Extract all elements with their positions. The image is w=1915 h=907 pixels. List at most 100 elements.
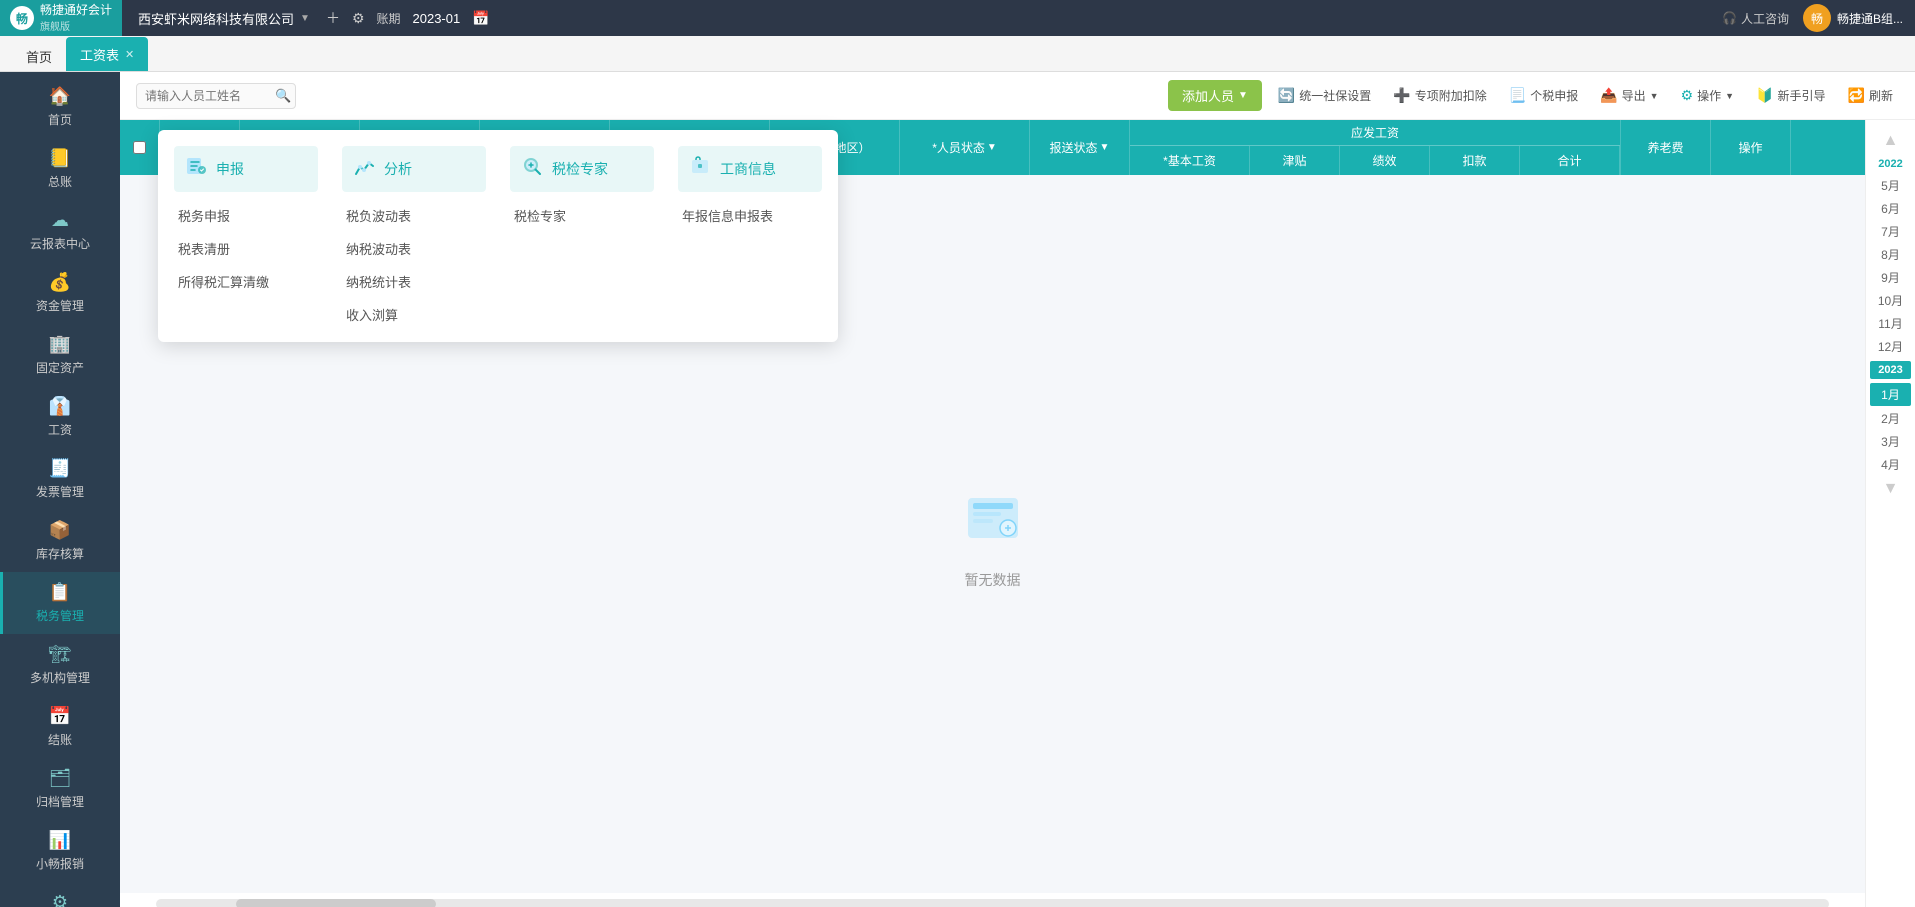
search-icon: 🔍 xyxy=(275,88,291,104)
select-all-checkbox[interactable] xyxy=(133,141,146,154)
xiaochang-icon: 📊 xyxy=(49,830,71,851)
add-person-button[interactable]: 添加人员 ▼ xyxy=(1168,80,1262,111)
period-label: 账期 xyxy=(377,10,401,27)
sidebar-item-assets[interactable]: 🏢 固定资产 xyxy=(0,324,120,386)
sidebar-label-ledger: 总账 xyxy=(48,173,72,190)
toolbar: 🔍 添加人员 ▼ 🔄 统一社保设置 ➕ 专项附加扣除 📃 个税申报 📤 导出 xyxy=(120,72,1915,120)
section-business-info-header: 工商信息 xyxy=(678,146,822,192)
item-tax-fluctuation[interactable]: 税负波动表 xyxy=(346,204,486,227)
sidebar-label-inventory: 库存核算 xyxy=(36,545,84,562)
sidebar-item-xiao-chang[interactable]: 📊 小畅报销 xyxy=(0,820,120,882)
sidebar-item-settings[interactable]: ⚙ 基础设置 xyxy=(0,882,120,907)
user-avatar-area[interactable]: 畅 畅捷通B组... xyxy=(1803,4,1903,32)
operations-action[interactable]: ⚙ 操作 ▼ xyxy=(1675,87,1741,104)
prev-year-label: 2022 xyxy=(1878,158,1902,170)
timeline-month-6[interactable]: 6月 xyxy=(1866,197,1915,220)
sidebar-item-fund[interactable]: 💰 资金管理 xyxy=(0,262,120,324)
sidebar-label-multi-org: 多机构管理 xyxy=(30,669,90,686)
logo-sub: 旗舰版 xyxy=(40,18,112,33)
sidebar: 🏠 首页 📒 总账 ☁ 云报表中心 💰 资金管理 🏢 固定资产 👔 工资 🧾 发… xyxy=(0,72,120,907)
item-tax-expert[interactable]: 税检专家 xyxy=(514,204,654,227)
section-shenbo-header: 申报 xyxy=(174,146,318,192)
item-income-tax-clear[interactable]: 所得税汇算清缴 xyxy=(178,270,318,293)
calendar-icon[interactable]: 📅 xyxy=(472,10,489,27)
sidebar-item-multi-org[interactable]: 🏗 多机构管理 xyxy=(0,634,120,696)
th-deduct: 扣款 xyxy=(1430,146,1520,175)
current-year-label: 2023 xyxy=(1870,361,1911,379)
horizontal-scrollbar[interactable] xyxy=(120,893,1865,907)
analysis-section-title: 分析 xyxy=(384,159,412,179)
status-filter-icon[interactable]: ▼ xyxy=(987,142,997,153)
social-security-icon: 🔄 xyxy=(1278,87,1295,104)
sidebar-item-ledger[interactable]: 📒 总账 xyxy=(0,138,120,200)
search-input[interactable] xyxy=(145,89,275,103)
sidebar-item-cloud-report[interactable]: ☁ 云报表中心 xyxy=(0,200,120,262)
timeline-panel: ▲ 2022 5月 6月 7月 8月 9月 10月 11月 12月 2023 1… xyxy=(1865,120,1915,907)
sidebar-item-inventory[interactable]: 📦 库存核算 xyxy=(0,510,120,572)
refresh-action[interactable]: 🔁 刷新 xyxy=(1842,87,1899,104)
timeline-month-12[interactable]: 12月 xyxy=(1866,335,1915,358)
special-deduct-label: 专项附加扣除 xyxy=(1415,87,1487,104)
search-wrap: 🔍 xyxy=(136,83,296,109)
logo-icon: 畅 xyxy=(10,6,34,30)
tax-expert-section-title: 税检专家 xyxy=(552,159,608,179)
item-income-browse[interactable]: 收入浏算 xyxy=(346,303,486,326)
item-tax-apply[interactable]: 税务申报 xyxy=(178,204,318,227)
sidebar-item-close[interactable]: 📅 结账 xyxy=(0,696,120,758)
timeline-month-5[interactable]: 5月 xyxy=(1866,174,1915,197)
export-action[interactable]: 📤 导出 ▼ xyxy=(1594,87,1664,104)
empty-illustration xyxy=(953,478,1033,558)
tab-close-icon[interactable]: ✕ xyxy=(125,48,134,61)
tab-home[interactable]: 首页 xyxy=(12,41,66,71)
tab-payroll[interactable]: 工资表 ✕ xyxy=(66,37,148,71)
timeline-month-1[interactable]: 1月 xyxy=(1870,383,1911,406)
sidebar-label-payroll: 工资 xyxy=(48,421,72,438)
timeline-month-8[interactable]: 8月 xyxy=(1866,243,1915,266)
sidebar-item-payroll[interactable]: 👔 工资 xyxy=(0,386,120,448)
timeline-month-7[interactable]: 7月 xyxy=(1866,220,1915,243)
company-selector[interactable]: 西安虾米网络科技有限公司 ▼ xyxy=(138,9,310,28)
timeline-month-9[interactable]: 9月 xyxy=(1866,266,1915,289)
sidebar-item-tax-mgmt[interactable]: 📋 税务管理 xyxy=(0,572,120,634)
sidebar-label-tax: 税务管理 xyxy=(36,607,84,624)
tax-return-action[interactable]: 📃 个税申报 xyxy=(1503,87,1584,104)
th-report-status: 报送状态 ▼ xyxy=(1030,120,1130,175)
export-label: 导出 xyxy=(1622,87,1646,104)
settings-sidebar-icon: ⚙ xyxy=(52,892,68,907)
item-tax-table[interactable]: 税表清册 xyxy=(178,237,318,260)
business-info-section-title: 工商信息 xyxy=(720,159,776,179)
timeline-month-4[interactable]: 4月 xyxy=(1866,453,1915,476)
sidebar-label-archive: 归档管理 xyxy=(36,793,84,810)
item-annual-report[interactable]: 年报信息申报表 xyxy=(682,204,822,227)
add-company-button[interactable]: ＋ xyxy=(326,8,340,28)
analysis-section-icon xyxy=(352,154,376,184)
support-label: 人工咨询 xyxy=(1741,10,1789,27)
assets-icon: 🏢 xyxy=(49,334,71,355)
item-tax-payment-fluctuation[interactable]: 纳税波动表 xyxy=(346,237,486,260)
shenbo-section-title: 申报 xyxy=(216,159,244,179)
timeline-month-2[interactable]: 2月 xyxy=(1866,407,1915,430)
new-guide-action[interactable]: 🔰 新手引导 xyxy=(1750,87,1831,104)
timeline-month-3[interactable]: 3月 xyxy=(1866,430,1915,453)
timeline-month-11[interactable]: 11月 xyxy=(1866,312,1915,335)
item-tax-stats[interactable]: 纳税统计表 xyxy=(346,270,486,293)
business-info-items: 年报信息申报表 xyxy=(678,204,822,227)
scroll-thumb[interactable] xyxy=(236,899,436,907)
social-security-action[interactable]: 🔄 统一社保设置 xyxy=(1272,87,1377,104)
sidebar-item-invoice[interactable]: 🧾 发票管理 xyxy=(0,448,120,510)
home-icon: 🏠 xyxy=(49,86,71,107)
report-status-filter-icon[interactable]: ▼ xyxy=(1100,142,1110,153)
support-button[interactable]: 🎧 人工咨询 xyxy=(1722,10,1789,27)
timeline-month-10[interactable]: 10月 xyxy=(1866,289,1915,312)
th-yifa-label: 应发工资 xyxy=(1130,120,1620,146)
special-deduct-action[interactable]: ➕ 专项附加扣除 xyxy=(1387,87,1492,104)
logo-text: 畅捷通好会计 xyxy=(40,3,112,17)
timeline-down-button[interactable]: ▼ xyxy=(1866,476,1915,502)
sidebar-item-archive[interactable]: 🗂 归档管理 xyxy=(0,758,120,820)
settings-button[interactable]: ⚙ xyxy=(352,10,365,27)
dropdown-sections: 申报 税务申报 税表清册 所得税汇算清缴 xyxy=(158,130,838,342)
sidebar-item-home[interactable]: 🏠 首页 xyxy=(0,76,120,138)
tax-expert-section-icon xyxy=(520,154,544,184)
timeline-up-button[interactable]: ▲ xyxy=(1866,128,1915,154)
add-person-label: 添加人员 xyxy=(1182,86,1234,105)
